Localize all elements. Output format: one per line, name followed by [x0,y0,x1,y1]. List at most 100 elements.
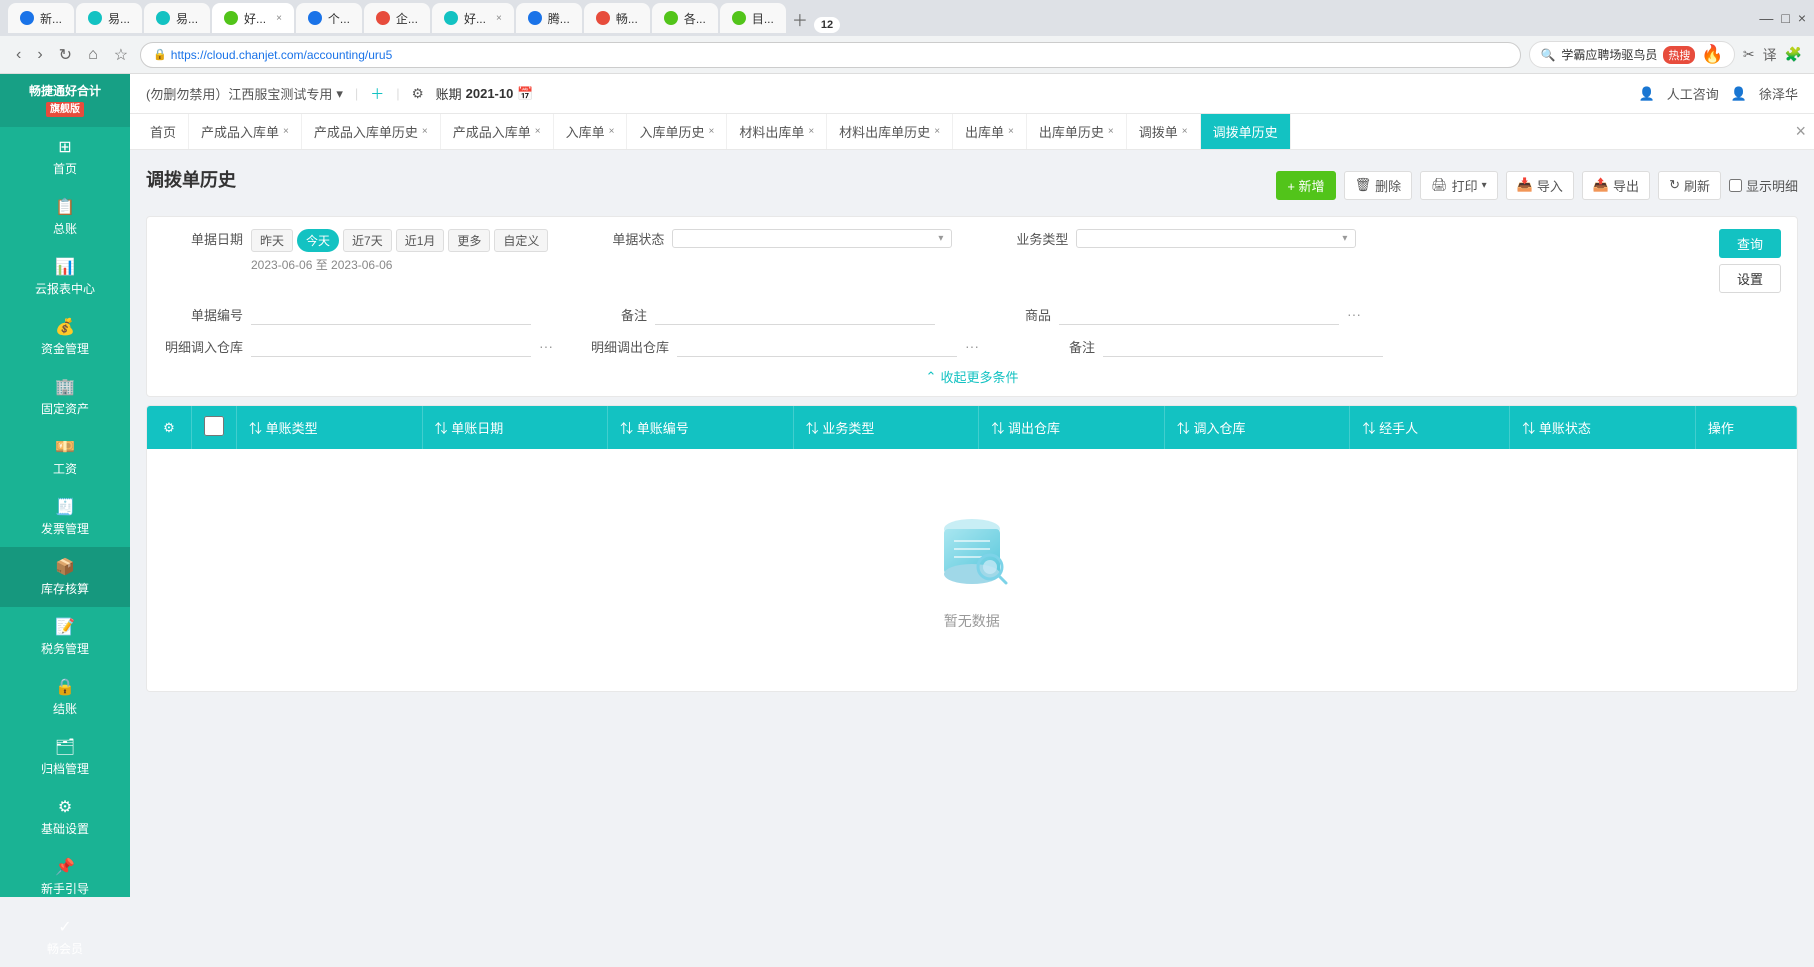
remark-input[interactable] [655,303,935,325]
filter-settings-button[interactable]: 设置 [1719,264,1781,293]
display-toggle[interactable]: 显示明细 [1729,176,1798,195]
tab-nav-close-transfer[interactable]: × [1182,126,1188,137]
sidebar-item-home[interactable]: ⊞ 首页 [0,127,130,187]
status-select[interactable]: ▾ [672,229,952,248]
sidebar-item-salary[interactable]: 💴 工资 [0,427,130,487]
browser-tab-9[interactable]: 畅... [584,3,650,33]
tab-nav-material-out-history[interactable]: 材料出库单历史 × [827,114,953,150]
th-biz-sort-icon[interactable]: ⇅ [806,421,819,436]
note-input[interactable] [1103,335,1383,357]
tab-nav-transfer-history[interactable]: 调拨单历史 [1201,114,1291,150]
more-btn[interactable]: 更多 [448,229,490,252]
tab-nav-close-product-in2[interactable]: × [535,126,541,137]
browser-tab-4[interactable]: 好... × [212,3,294,33]
query-button[interactable]: 查询 [1719,229,1781,258]
delete-button[interactable]: 🗑 删除 [1344,171,1413,200]
address-bar[interactable]: 🔒 https://cloud.chanjet.com/accounting/u… [140,42,1521,68]
browser-tab-6[interactable]: 企... [364,3,430,33]
th-check[interactable] [192,406,237,449]
tab-nav-transfer[interactable]: 调拨单 × [1127,114,1201,150]
sidebar-item-tax[interactable]: 📝 税务管理 [0,607,130,667]
detail-in-dots[interactable]: ··· [539,338,553,354]
browser-tab-5[interactable]: 个... [296,3,362,33]
sidebar-item-assets[interactable]: 🏢 固定资产 [0,367,130,427]
tab-nav-close-material-out-history[interactable]: × [934,126,940,137]
custom-btn[interactable]: 自定义 [494,229,548,252]
settings-button[interactable]: ⚙ [412,86,424,102]
tab-close-7[interactable]: × [496,13,502,24]
consult-label[interactable]: 人工咨询 [1667,84,1719,103]
month-btn[interactable]: 近1月 [396,229,445,252]
display-checkbox[interactable] [1729,179,1742,192]
tab-close-all-icon[interactable]: × [1795,121,1806,142]
select-all-checkbox[interactable] [204,416,224,436]
sidebar-item-reports[interactable]: 📊 云报表中心 [0,247,130,307]
period-selector[interactable]: 账期 2021-10 📅 [436,84,534,103]
tab-nav-close-in-order[interactable]: × [609,126,615,137]
sidebar-item-finance[interactable]: 💰 资金管理 [0,307,130,367]
maximize-icon[interactable]: □ [1781,10,1789,26]
tab-nav-product-in-history[interactable]: 产成品入库单历史 × [302,114,441,150]
close-icon[interactable]: × [1798,10,1806,26]
print-button[interactable]: 🖨 打印 ▾ [1420,171,1498,200]
sidebar-item-invoice[interactable]: 🧾 发票管理 [0,487,130,547]
goods-input[interactable] [1059,303,1339,325]
new-button[interactable]: + 新增 [1276,171,1335,200]
week-btn[interactable]: 近7天 [343,229,392,252]
th-number-sort-icon[interactable]: ⇅ [620,421,633,436]
browser-tab-11[interactable]: 目... [720,3,786,33]
type-select[interactable]: ▾ [1076,229,1356,248]
refresh-button[interactable]: ↻ 刷新 [1658,171,1721,200]
forward-button[interactable]: › [33,44,46,66]
browser-tab-10[interactable]: 各... [652,3,718,33]
tab-nav-material-out[interactable]: 材料出库单 × [727,114,827,150]
th-type-sort-icon[interactable]: ⇅ [249,421,262,436]
tab-nav-close-product-in[interactable]: × [283,126,289,137]
tab-nav-home[interactable]: 首页 [138,114,189,150]
sidebar-item-basic[interactable]: ⚙ 基础设置 [0,787,130,847]
number-input[interactable] [251,303,531,325]
tab-nav-close-in-history[interactable]: × [708,126,714,137]
tab-nav-close-out-order[interactable]: × [1008,126,1014,137]
refresh-nav-button[interactable]: ↻ [55,43,76,67]
detail-out-input[interactable] [677,335,957,357]
th-status-sort-icon[interactable]: ⇅ [1522,421,1535,436]
browser-tab-8[interactable]: 腾... [516,3,582,33]
browser-tab-3[interactable]: 易... [144,3,210,33]
tab-nav-out-order[interactable]: 出库单 × [953,114,1027,150]
detail-in-input[interactable] [251,335,531,357]
sidebar-item-closing[interactable]: 🔒 结账 [0,667,130,727]
tab-nav-close-material-out[interactable]: × [808,126,814,137]
minimize-icon[interactable]: — [1759,10,1773,26]
sidebar-item-ledger[interactable]: 📋 总账 [0,187,130,247]
sidebar-item-archive[interactable]: 🗂 归档管理 [0,727,130,787]
sidebar-item-stock[interactable]: 📦 库存核算 [0,547,130,607]
th-out-sort-icon[interactable]: ⇅ [991,421,1004,436]
tab-nav-close-product-in-history[interactable]: × [422,126,428,137]
new-tab-button[interactable]: ＋ [788,5,812,33]
gear-settings-icon[interactable]: ⚙ [159,418,179,438]
tab-nav-close-out-history[interactable]: × [1108,126,1114,137]
import-button[interactable]: 📥 导入 [1506,171,1574,200]
home-nav-button[interactable]: ⌂ [84,44,102,66]
goods-more-dots[interactable]: ··· [1347,306,1361,322]
bookmark-button[interactable]: ☆ [110,43,132,67]
browser-tab-7[interactable]: 好... × [432,3,514,33]
tab-nav-in-order[interactable]: 入库单 × [554,114,628,150]
browser-tab-2[interactable]: 易... [76,3,142,33]
yesterday-btn[interactable]: 昨天 [251,229,293,252]
company-selector[interactable]: (勿删勿禁用）江西服宝测试专用 ▾ [146,84,343,103]
export-button[interactable]: 📤 导出 [1582,171,1650,200]
sidebar-item-member[interactable]: ✓ 畅会员 [0,907,130,967]
th-in-sort-icon[interactable]: ⇅ [1177,421,1190,436]
th-handler-sort-icon[interactable]: ⇅ [1362,421,1375,436]
tab-nav-in-history[interactable]: 入库单历史 × [627,114,727,150]
th-date-sort-icon[interactable]: ⇅ [435,421,448,436]
browser-tab-1[interactable]: 新... [8,3,74,33]
back-button[interactable]: ‹ [12,44,25,66]
sidebar-item-guide[interactable]: 📌 新手引导 [0,847,130,907]
th-gear[interactable]: ⚙ [147,406,192,449]
search-bar[interactable]: 🔍 学霸应聘场驱鸟员 热搜 🔥 [1529,41,1734,68]
tab-nav-product-in[interactable]: 产成品入库单 × [189,114,302,150]
tab-nav-product-in2[interactable]: 产成品入库单 × [441,114,554,150]
